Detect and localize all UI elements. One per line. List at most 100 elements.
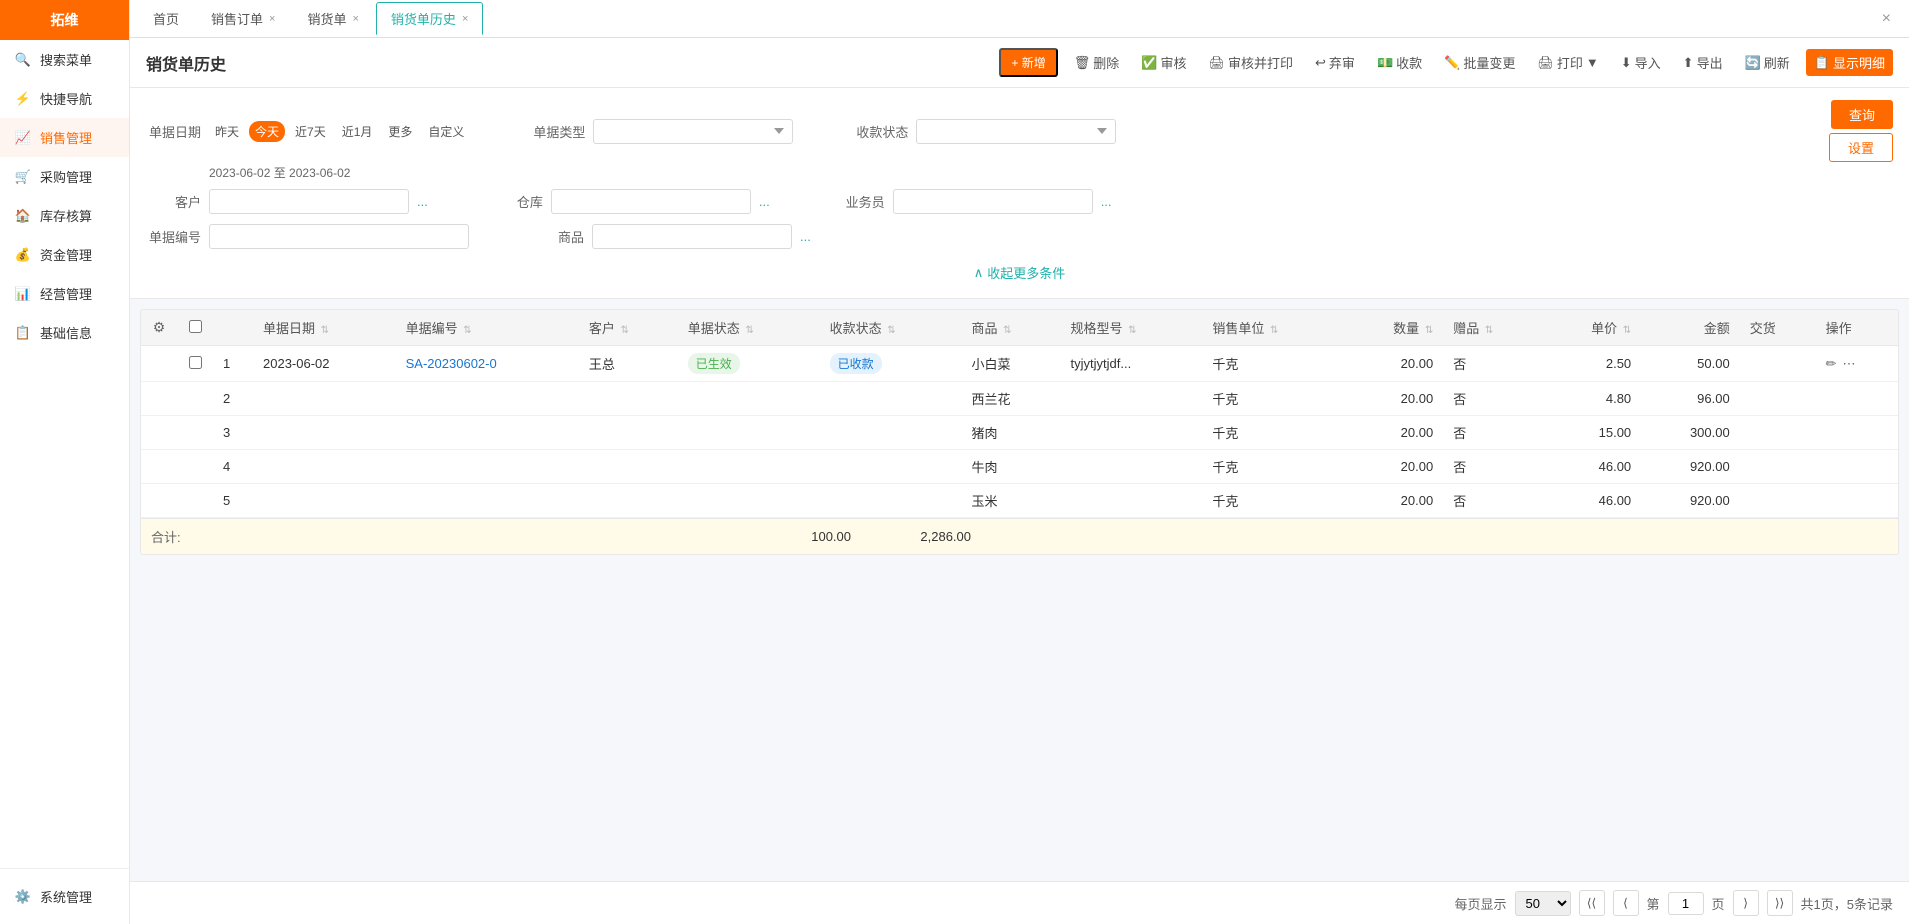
sidebar-item-label: 销售管理	[40, 128, 92, 147]
print-icon: 🖨	[1537, 55, 1554, 71]
refresh-icon: 🔄	[1745, 55, 1761, 71]
date-header[interactable]: 单据日期 ⇅	[253, 310, 396, 346]
row-gift-cell: 否	[1443, 382, 1542, 416]
abandon-button[interactable]: ↩ 弃审	[1309, 50, 1361, 75]
tab-sales-history[interactable]: 销货单历史 ×	[376, 2, 483, 35]
print-button[interactable]: 🖨 打印 ▼	[1531, 50, 1604, 75]
goods-input[interactable]	[592, 224, 792, 249]
export-button[interactable]: ⬆ 导出	[1677, 50, 1729, 75]
sidebar-item-label: 搜索菜单	[40, 50, 92, 69]
first-page-button[interactable]: ⟨⟨	[1579, 890, 1605, 916]
sidebar-item-purchase[interactable]: 🛒 采购管理	[0, 157, 129, 196]
date-tag-7days[interactable]: 近7天	[289, 121, 332, 142]
house-icon: 🏠	[14, 207, 32, 225]
spec-header[interactable]: 规格型号 ⇅	[1061, 310, 1203, 346]
tab-sales-order-close[interactable]: ×	[269, 13, 275, 25]
salesperson-ellipsis[interactable]: ...	[1101, 194, 1112, 209]
row-qty-cell: 20.00	[1344, 416, 1443, 450]
row-doc-no-cell: SA-20230602-0	[396, 346, 579, 382]
collection-status-header[interactable]: 收款状态 ⇅	[820, 310, 962, 346]
window-close-button[interactable]: ×	[1872, 10, 1901, 28]
date-tag-yesterday[interactable]: 昨天	[209, 121, 245, 142]
batch-change-button[interactable]: ✏️ 批量变更	[1438, 50, 1521, 75]
table-row: 4 牛肉 千克 20.00 否 46.00 920.00	[141, 450, 1898, 484]
sidebar-item-operation[interactable]: 📊 经营管理	[0, 274, 129, 313]
row-settings-cell	[141, 382, 177, 416]
page-input[interactable]	[1668, 892, 1704, 915]
doc-no-input[interactable]	[209, 224, 469, 249]
warehouse-ellipsis[interactable]: ...	[759, 194, 770, 209]
row-checkbox[interactable]	[189, 356, 202, 369]
unit-header[interactable]: 销售单位 ⇅	[1202, 310, 1344, 346]
row-action-cell	[1816, 416, 1898, 450]
display-button[interactable]: 📋 显示明细	[1806, 49, 1893, 76]
goods-ellipsis[interactable]: ...	[800, 229, 811, 244]
row-check-cell[interactable]	[177, 450, 213, 484]
audit-print-button[interactable]: 🖨 审核并打印	[1202, 50, 1299, 75]
tab-sales-order-label: 销售订单	[211, 9, 263, 28]
tab-home[interactable]: 首页	[138, 2, 194, 35]
qty-header[interactable]: 数量 ⇅	[1344, 310, 1443, 346]
row-spec-cell: tyjytjytjdf...	[1061, 346, 1203, 382]
set-button[interactable]: 设置	[1829, 133, 1893, 162]
date-tag-custom[interactable]: 自定义	[422, 121, 470, 142]
next-page-button[interactable]: ⟩	[1733, 890, 1759, 916]
table-settings-icon[interactable]: ⚙	[153, 319, 166, 335]
salesperson-input[interactable]	[893, 189, 1093, 214]
doc-type-select[interactable]	[593, 119, 793, 144]
date-tag-today[interactable]: 今天	[249, 121, 285, 142]
footer-qty: 100.00	[211, 529, 861, 544]
row-check-cell[interactable]	[177, 346, 213, 382]
sidebar-item-quick-nav[interactable]: ⚡ 快捷导航	[0, 79, 129, 118]
row-delivery-cell	[1740, 416, 1816, 450]
sidebar-item-finance[interactable]: 💰 资金管理	[0, 235, 129, 274]
select-all-checkbox[interactable]	[189, 320, 202, 333]
delete-button[interactable]: 🗑 删除	[1068, 50, 1126, 75]
date-tag-1month[interactable]: 近1月	[336, 121, 379, 142]
tab-sales-delivery[interactable]: 销货单 ×	[292, 2, 373, 35]
doc-status-header[interactable]: 单据状态 ⇅	[678, 310, 820, 346]
page-size-select[interactable]: 50 100 200	[1515, 891, 1571, 916]
sidebar-item-basic-info[interactable]: 📋 基础信息	[0, 313, 129, 352]
collection-status-select[interactable]	[916, 119, 1116, 144]
tab-sales-delivery-close[interactable]: ×	[352, 13, 358, 25]
row-check-cell[interactable]	[177, 382, 213, 416]
pagination-bar: 每页显示 50 100 200 ⟨⟨ ⟨ 第 页 ⟩ ⟩⟩ 共1页，5条记录	[130, 881, 1909, 924]
collapse-button[interactable]: ∧ 收起更多条件	[146, 259, 1893, 286]
import-button[interactable]: ⬇ 导入	[1615, 50, 1667, 75]
refresh-button[interactable]: 🔄 刷新	[1739, 50, 1796, 75]
goods-filter: 商品 ...	[529, 224, 811, 249]
customer-header[interactable]: 客户 ⇅	[579, 310, 678, 346]
sidebar-item-system[interactable]: ⚙️ 系统管理	[0, 877, 129, 916]
row-amount-cell: 96.00	[1641, 382, 1740, 416]
more-icon[interactable]: ⋯	[1843, 356, 1856, 372]
row-qty-cell: 20.00	[1344, 450, 1443, 484]
tab-sales-history-close[interactable]: ×	[462, 13, 468, 25]
sidebar-item-inventory[interactable]: 🏠 库存核算	[0, 196, 129, 235]
new-button[interactable]: + 新增	[999, 48, 1057, 77]
sidebar-item-search-menu[interactable]: 🔍 搜索菜单	[0, 40, 129, 79]
warehouse-input[interactable]	[551, 189, 751, 214]
goods-header[interactable]: 商品 ⇅	[962, 310, 1061, 346]
date-sort-icon: ⇅	[321, 325, 329, 336]
sidebar-item-sales[interactable]: 📈 销售管理	[0, 118, 129, 157]
gift-header[interactable]: 赠品 ⇅	[1443, 310, 1542, 346]
last-page-button[interactable]: ⟩⟩	[1767, 890, 1793, 916]
date-tag-more[interactable]: 更多	[382, 121, 418, 142]
customer-ellipsis[interactable]: ...	[417, 194, 428, 209]
collection-status-filter: 收款状态	[853, 119, 1116, 144]
price-header[interactable]: 单价 ⇅	[1542, 310, 1641, 346]
row-check-cell[interactable]	[177, 416, 213, 450]
tab-sales-order[interactable]: 销售订单 ×	[196, 2, 290, 35]
collect-button[interactable]: 💵 收款	[1371, 50, 1428, 75]
doc-no-link[interactable]: SA-20230602-0	[406, 356, 497, 371]
row-doc-status-cell	[678, 484, 820, 518]
query-button[interactable]: 查询	[1831, 100, 1893, 129]
audit-button[interactable]: ✅ 审核	[1135, 50, 1192, 75]
customer-input[interactable]	[209, 189, 409, 214]
doc-no-header[interactable]: 单据编号 ⇅	[396, 310, 579, 346]
edit-icon[interactable]: ✏	[1826, 356, 1837, 372]
row-check-cell[interactable]	[177, 484, 213, 518]
prev-page-button[interactable]: ⟨	[1613, 890, 1639, 916]
sidebar-logo: 拓维	[0, 0, 129, 40]
